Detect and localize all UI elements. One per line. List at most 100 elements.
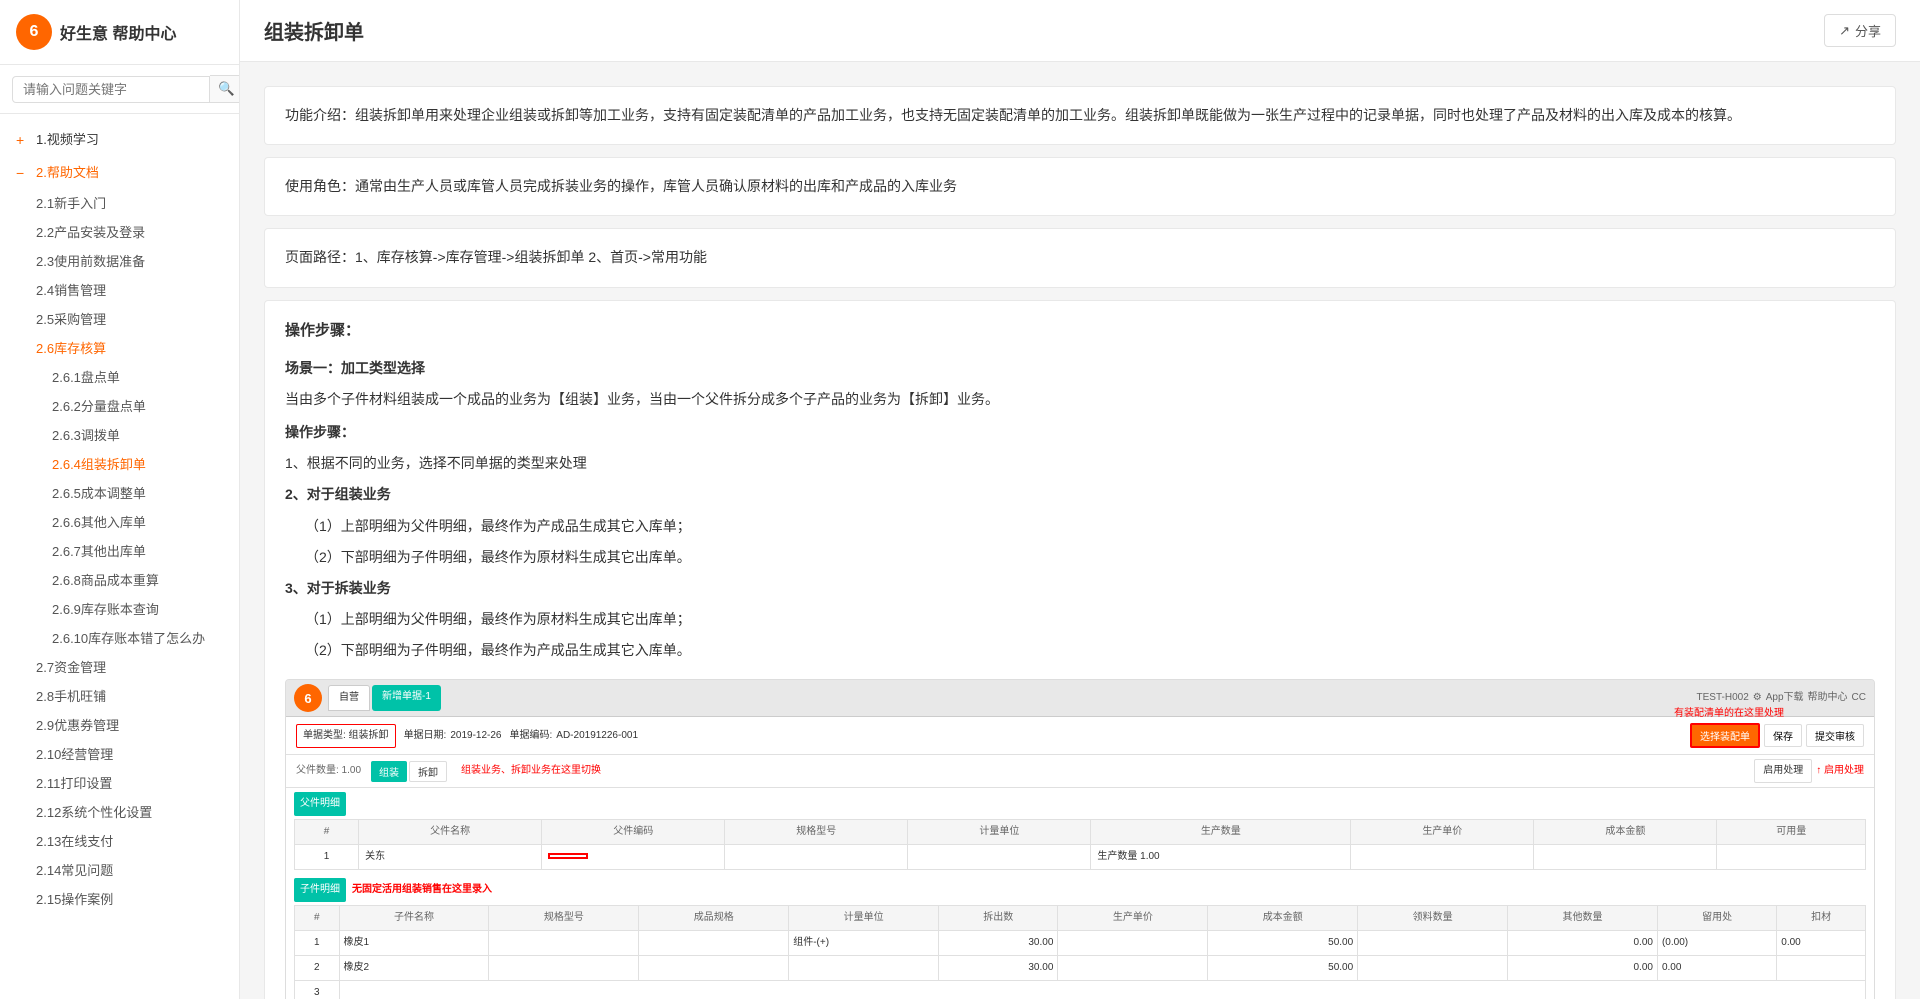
ss-lower-table: # 子件名称 规格型号 成品规格 计量单位 拆出数 生产单价 成本金额 领料数量… <box>294 905 1866 999</box>
ss-logo: 6 <box>294 684 322 712</box>
sidebar-item-266[interactable]: 2.6.6其他入库单 <box>36 507 239 536</box>
search-button[interactable]: 🔍 <box>210 75 240 103</box>
sidebar-item-payment[interactable]: 2.13在线支付 <box>20 826 239 855</box>
sidebar-item-262[interactable]: 2.6.2分量盘点单 <box>36 391 239 420</box>
collapse-icon-2: − <box>16 165 30 179</box>
role-text: 使用角色：通常由生产人员或库管人员完成拆装业务的操作，库管人员确认原材料的出库和… <box>285 178 957 194</box>
sidebar-item-faq[interactable]: 2.14常见问题 <box>20 855 239 884</box>
ss-lower-th-11: 扣材 <box>1777 906 1866 931</box>
sidebar: 6 好生意 帮助中心 🔍 + 1.视频学习 − 2.帮助文档 2.1新手入门 2… <box>0 0 240 999</box>
step1: 1、根据不同的业务，选择不同单据的类型来处理 <box>285 451 1875 476</box>
path-text: 页面路径：1、库存核算->库存管理->组装拆卸单 2、首页->常用功能 <box>285 249 707 265</box>
ss-lower-table-area: 子件明细 无固定活用组装销售在这里录入 # 子件名称 规格型号 成品规格 计量单… <box>286 874 1874 999</box>
ss-lower-cell-1-6 <box>1058 931 1208 956</box>
sidebar-item-install[interactable]: 2.2产品安装及登录 <box>20 217 239 246</box>
path-card: 页面路径：1、库存核算->库存管理->组装拆卸单 2、首页->常用功能 <box>264 228 1896 287</box>
share-icon: ↗ <box>1839 23 1850 39</box>
sidebar-item-print[interactable]: 2.11打印设置 <box>20 768 239 797</box>
sidebar-item-coupon[interactable]: 2.9优惠券管理 <box>20 710 239 739</box>
ss-upper-row-1: 1 关东 生产数量 1.00 <box>295 845 1866 870</box>
ss-lower-cell-1-1: 橡皮1 <box>339 931 489 956</box>
sidebar-item-dataprep[interactable]: 2.3使用前数据准备 <box>20 246 239 275</box>
sidebar-item-inventory[interactable]: 2.6库存核算 <box>20 333 239 362</box>
share-button[interactable]: ↗ 分享 <box>1824 14 1896 47</box>
ss-tab-main[interactable]: 自营 <box>328 685 370 711</box>
ss-select-btn[interactable]: 选择装配单 <box>1690 723 1760 748</box>
sidebar-item-264[interactable]: 2.6.4组装拆卸单 <box>36 449 239 478</box>
ss-upper-table-area: 父件明细 # 父件名称 父件编码 规格型号 计量单位 生产数量 生产单价 <box>286 788 1874 874</box>
ops-title: 操作步骤： <box>285 317 1875 344</box>
sidebar-item-cases[interactable]: 2.15操作案例 <box>20 884 239 913</box>
ss-upper-th-2: 父件编码 <box>542 820 725 845</box>
nav-sub-2: 2.1新手入门 2.2产品安装及登录 2.3使用前数据准备 2.4销售管理 2.… <box>0 188 239 913</box>
ss-annotation-area: 有装配清单的在这里处理 选择装配单 保存 提交审核 <box>1690 723 1864 748</box>
sidebar-item-operations[interactable]: 2.10经营管理 <box>20 739 239 768</box>
scenario1-desc: 当由多个子件材料组装成一个成品的业务为【组装】业务，当由一个父件拆分成多个子产品… <box>285 387 1875 412</box>
ss-lower-cell-2-5: 30.00 <box>939 956 1058 981</box>
intro-text: 功能介绍：组装拆卸单用来处理企业组装或拆卸等加工业务，支持有固定装配清单的产品加… <box>285 107 1741 123</box>
ss-lower-cell-1-2 <box>489 931 639 956</box>
step2-sub2: （2）下部明细为子件明细，最终作为原材料生成其它出库单。 <box>305 545 1875 570</box>
logo-area: 6 好生意 帮助中心 <box>0 0 239 65</box>
ss-toolbar-row: 单据类型: 组装拆卸 单据日期: 2019-12-26 单据编码: AD-201… <box>286 717 1874 755</box>
nav-deep-26: 2.6.1盘点单 2.6.2分量盘点单 2.6.3调拨单 2.6.4组装拆卸单 … <box>20 362 239 652</box>
sidebar-item-263[interactable]: 2.6.3调拨单 <box>36 420 239 449</box>
sidebar-item-help[interactable]: − 2.帮助文档 <box>0 155 239 188</box>
sidebar-item-265[interactable]: 2.6.5成本调整单 <box>36 478 239 507</box>
sidebar-item-269[interactable]: 2.6.9库存账本查询 <box>36 594 239 623</box>
ss-lower-th-7: 成本金额 <box>1208 906 1358 931</box>
ss-confirm-arrow: ↑ 启用处理 <box>1816 762 1864 780</box>
sidebar-item-customize[interactable]: 2.12系统个性化设置 <box>20 797 239 826</box>
sidebar-item-sales[interactable]: 2.4销售管理 <box>20 275 239 304</box>
sidebar-item-video[interactable]: + 1.视频学习 <box>0 122 239 155</box>
sidebar-item-267[interactable]: 2.6.7其他出库单 <box>36 536 239 565</box>
ss-upper-th-6: 生产单价 <box>1351 820 1534 845</box>
ss-order-type-label: 单据类型: 组装拆卸 <box>303 730 389 741</box>
ss-lower-cell-1-8 <box>1358 931 1508 956</box>
ss-upper-th-8: 可用量 <box>1717 820 1866 845</box>
step2-sub1: （1）上部明细为父件明细，最终作为产成品生成其它入库单； <box>305 514 1875 539</box>
ss-type-btns: 组装 拆卸 <box>371 761 447 782</box>
ss-upper-header: 父件明细 <box>294 792 346 816</box>
ops-card: 操作步骤： 场景一：加工类型选择 当由多个子件材料组装成一个成品的业务为【组装】… <box>264 300 1896 999</box>
sidebar-item-268[interactable]: 2.6.8商品成本重算 <box>36 565 239 594</box>
ss-type-disassemble[interactable]: 拆卸 <box>409 761 447 782</box>
ss-code-field: 单据编码: AD-20191226-001 <box>510 727 639 745</box>
sidebar-item-2610[interactable]: 2.6.10库存账本错了怎么办 <box>36 623 239 652</box>
search-area[interactable]: 🔍 <box>0 65 239 114</box>
step3-sub1: （1）上部明细为父件明细，最终作为原材料生成其它出库单； <box>305 607 1875 632</box>
step2: 2、对于组装业务 <box>285 482 1875 507</box>
ss-upper-th-0: # <box>295 820 359 845</box>
ss-tab-new[interactable]: 新增单据-1 <box>372 685 441 711</box>
ss-lower-th-6: 生产单价 <box>1058 906 1208 931</box>
sidebar-item-label: 2.帮助文档 <box>36 162 99 181</box>
ss-lower-cell-1-0: 1 <box>295 931 340 956</box>
ss-submit-btn[interactable]: 提交审核 <box>1806 724 1864 747</box>
ss-upper-cell-1-6 <box>1351 845 1534 870</box>
sidebar-item-mobile[interactable]: 2.8手机旺铺 <box>20 681 239 710</box>
ss-lower-th-0: # <box>295 906 340 931</box>
ss-lower-th-2: 规格型号 <box>489 906 639 931</box>
ss-lower-cell-2-11 <box>1777 956 1866 981</box>
ss-lower-cell-2-8 <box>1358 956 1508 981</box>
ss-save-btn[interactable]: 保存 <box>1764 724 1802 747</box>
search-input[interactable] <box>12 76 210 103</box>
step3-sub2: （2）下部明细为子件明细，最终作为产成品生成其它入库单。 <box>305 638 1875 663</box>
ss-order-type-box[interactable]: 单据类型: 组装拆卸 <box>296 724 396 748</box>
nav-tree: + 1.视频学习 − 2.帮助文档 2.1新手入门 2.2产品安装及登录 2.3… <box>0 114 239 999</box>
ss-upper-cell-1-0: 1 <box>295 845 359 870</box>
sidebar-item-261[interactable]: 2.6.1盘点单 <box>36 362 239 391</box>
sidebar-item-newbie[interactable]: 2.1新手入门 <box>20 188 239 217</box>
ss-lower-th-8: 领料数量 <box>1358 906 1508 931</box>
ss-confirm-label: 启用处理 <box>1754 759 1812 783</box>
sidebar-item-purchase[interactable]: 2.5采购管理 <box>20 304 239 333</box>
logo-icon: 6 <box>16 14 52 50</box>
ss-lower-row-2: 2 橡皮2 30.00 50.00 0.00 0.00 <box>295 956 1866 981</box>
ss-lower-cell-2-4 <box>789 956 939 981</box>
sidebar-item-label: 1.视频学习 <box>36 129 99 148</box>
scenario1: 场景一：加工类型选择 当由多个子件材料组装成一个成品的业务为【组装】业务，当由一… <box>285 356 1875 664</box>
ss-code-label: 单据编码: <box>510 727 553 745</box>
ss-tabs: 自营 新增单据-1 <box>328 685 441 711</box>
ss-type-assemble[interactable]: 组装 <box>371 761 407 782</box>
sidebar-item-finance[interactable]: 2.7资金管理 <box>20 652 239 681</box>
